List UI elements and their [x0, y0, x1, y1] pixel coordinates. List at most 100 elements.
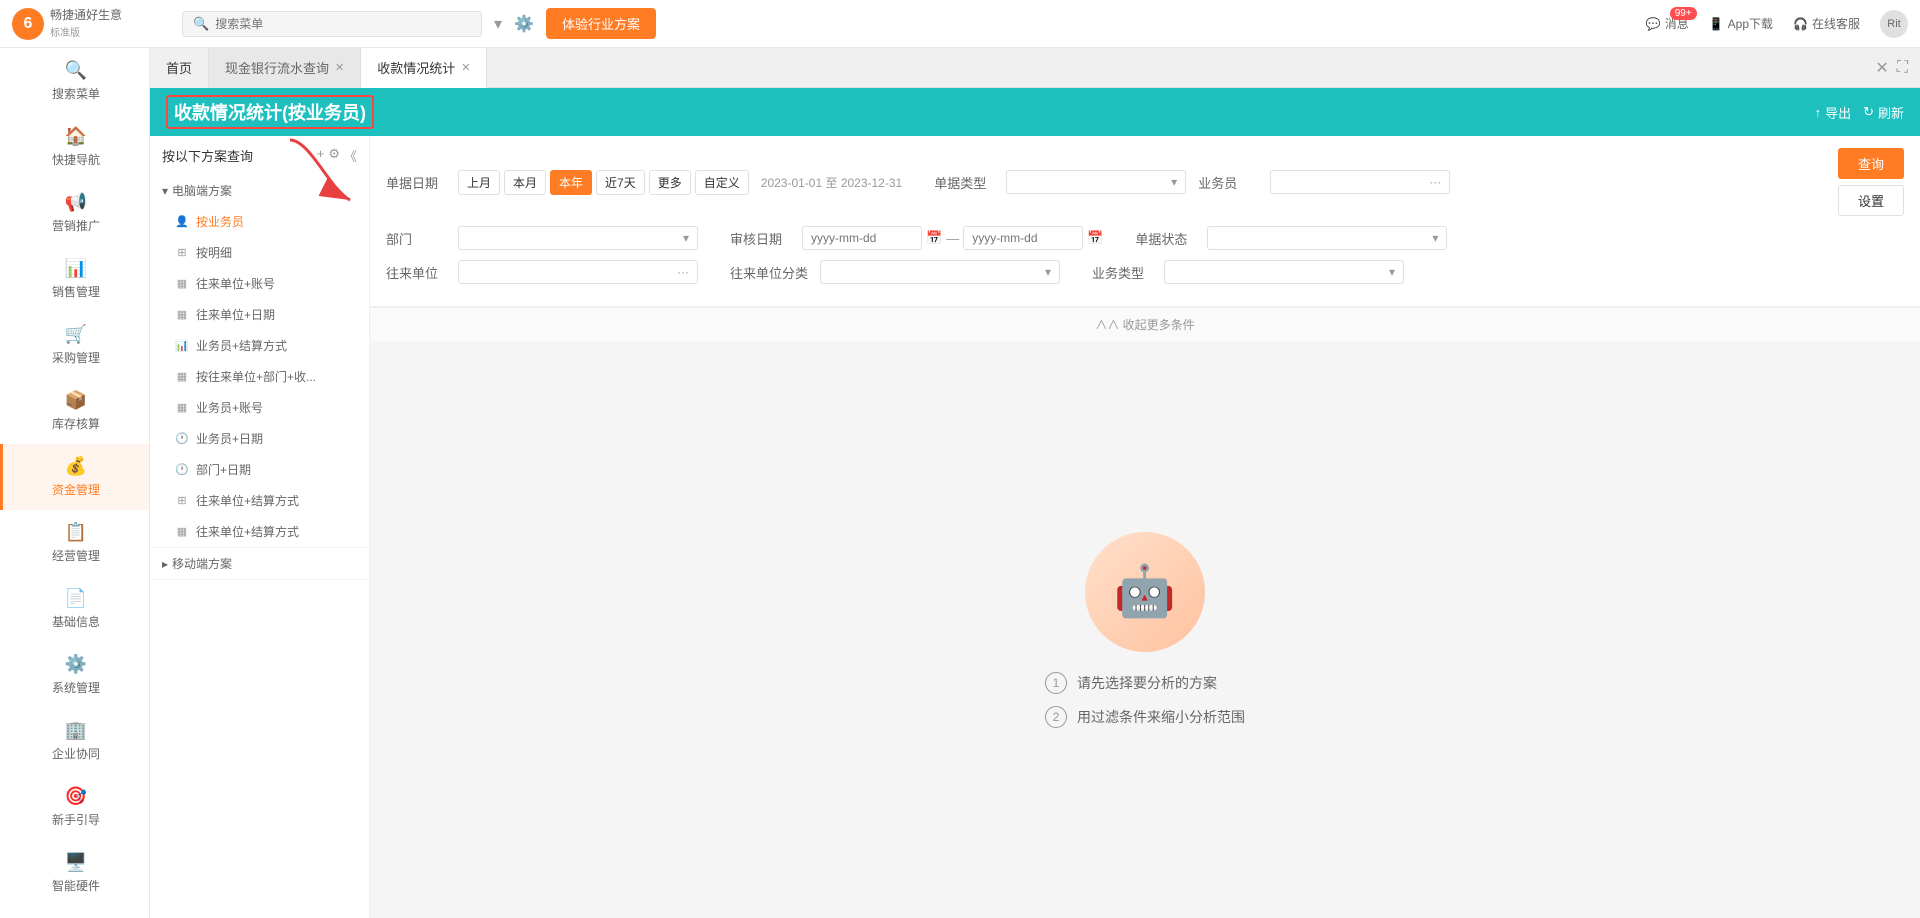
date-btn-more[interactable]: 更多: [649, 170, 691, 195]
plan-item-partner-account[interactable]: ▦ 往来单位+账号: [150, 268, 369, 299]
plan-item-by-staff[interactable]: 👤 按业务员: [150, 206, 369, 237]
review-date-start[interactable]: [802, 226, 922, 250]
sidebar-item-sales[interactable]: 📊 销售管理: [0, 246, 149, 312]
partner-type-dropdown-icon: ▾: [1045, 265, 1051, 279]
collapse-panel-icon[interactable]: 《: [344, 146, 357, 165]
dept-dropdown-icon: ▾: [683, 231, 689, 245]
collapse-icon: ∧∧: [1095, 318, 1119, 332]
maximize-icon[interactable]: ⛶: [1897, 59, 1908, 77]
collapse-bar[interactable]: ∧∧ 收起更多条件: [370, 307, 1920, 341]
export-btn[interactable]: ↑ 导出: [1815, 103, 1852, 122]
plan-group-desktop-title[interactable]: ▾ 电脑端方案: [150, 175, 369, 206]
sidebar-item-search-menu[interactable]: 🔍 搜索菜单: [0, 48, 149, 114]
sidebar-item-quick-nav[interactable]: 🏠 快捷导航: [0, 114, 149, 180]
date-btn-this-month[interactable]: 本月: [504, 170, 546, 195]
basic-icon: 📄: [65, 588, 87, 609]
sidebar-item-wechat[interactable]: 💬 企业微信: [0, 906, 149, 918]
sidebar-item-marketing[interactable]: 📢 营销推广: [0, 180, 149, 246]
search-menu-icon: 🔍: [65, 60, 87, 81]
sidebar-label-hardware: 智能硬件: [52, 877, 100, 894]
sidebar-item-hardware[interactable]: 🖥️ 智能硬件: [0, 840, 149, 906]
tab-bank-flow[interactable]: 现金银行流水查询 ✕: [209, 48, 361, 88]
date-btn-custom[interactable]: 自定义: [695, 170, 749, 195]
tab-home[interactable]: 首页: [150, 48, 209, 88]
query-button[interactable]: 查询: [1838, 148, 1904, 179]
empty-state: 🤖 1 请先选择要分析的方案 2 用过滤条件来缩小分析范围: [370, 341, 1920, 918]
plan-group-mobile-title[interactable]: ▸ 移动端方案: [150, 548, 369, 579]
settings-plan-icon[interactable]: ⚙: [328, 146, 340, 165]
sidebar-item-capital[interactable]: 💰 资金管理: [0, 444, 149, 510]
plan-item-partner-date[interactable]: ▦ 往来单位+日期: [150, 299, 369, 330]
plan-item-partner-dept[interactable]: ▦ 按往来单位+部门+收...: [150, 361, 369, 392]
service-icon: 🎧: [1793, 17, 1808, 31]
filter-actions: 查询 设置: [1838, 148, 1904, 216]
partner-type-select[interactable]: ▾: [820, 260, 1060, 284]
date-range-text: 2023-01-01 至 2023-12-31: [761, 174, 902, 191]
review-date-end[interactable]: [963, 226, 1083, 250]
add-plan-icon[interactable]: +: [317, 146, 325, 165]
plan-icon-person: 👤: [174, 214, 190, 230]
sidebar-label-purchase: 采购管理: [52, 349, 100, 366]
panel-title: 按以下方案查询: [162, 146, 311, 165]
type-filter-label: 单据类型: [934, 173, 994, 192]
close-tab-icon[interactable]: ✕: [1875, 58, 1888, 78]
plan-item-partner-settle1[interactable]: ⊞ 往来单位+结算方式: [150, 485, 369, 516]
sidebar-item-guide[interactable]: 🎯 新手引导: [0, 774, 149, 840]
calendar-icon[interactable]: 📅: [926, 230, 942, 246]
sidebar-item-inventory[interactable]: 📦 库存核算: [0, 378, 149, 444]
export-label: 导出: [1825, 103, 1851, 122]
biz-type-select[interactable]: ▾: [1164, 260, 1404, 284]
partner-more-icon[interactable]: ···: [677, 265, 689, 279]
plan-item-staff-date[interactable]: 🕐 业务员+日期: [150, 423, 369, 454]
settings-icon[interactable]: ⚙️: [514, 14, 534, 34]
trial-btn[interactable]: 体验行业方案: [546, 8, 656, 39]
sidebar-item-enterprise[interactable]: 🏢 企业协同: [0, 708, 149, 774]
top-header: 6 畅捷通好生意 标准版 🔍 ▾ ⚙️ 体验行业方案 💬 消息 99+ 📱 Ap…: [0, 0, 1920, 48]
refresh-btn[interactable]: ↻ 刷新: [1863, 103, 1904, 122]
dept-filter-select[interactable]: ▾: [458, 226, 698, 250]
plan-item-staff-account[interactable]: ▦ 业务员+账号: [150, 392, 369, 423]
sidebar-item-system[interactable]: ⚙️ 系统管理: [0, 642, 149, 708]
sidebar: 🔍 搜索菜单 🏠 快捷导航 📢 营销推广 📊 销售管理 🛒 采购管理 📦 库存核…: [0, 48, 150, 918]
sidebar-label-search-menu: 搜索菜单: [52, 85, 100, 102]
main-layout: 🔍 搜索菜单 🏠 快捷导航 📢 营销推广 📊 销售管理 🛒 采购管理 📦 库存核…: [0, 48, 1920, 918]
marketing-icon: 📢: [65, 192, 87, 213]
staff-filter-select[interactable]: ···: [1270, 170, 1450, 194]
menu-search-input[interactable]: [215, 17, 471, 31]
online-service-tool[interactable]: 🎧 在线客服: [1793, 15, 1860, 32]
plan-item-dept-date[interactable]: 🕐 部门+日期: [150, 454, 369, 485]
plan-item-staff-settle[interactable]: 📊 业务员+结算方式: [150, 330, 369, 361]
plan-item-by-detail[interactable]: ⊞ 按明细: [150, 237, 369, 268]
plan-item-label: 按业务员: [196, 213, 244, 230]
plan-icon-grid2: ⊞: [174, 493, 190, 509]
guide-icon: 🎯: [65, 786, 87, 807]
sidebar-label-capital: 资金管理: [52, 481, 100, 498]
app-download-tool[interactable]: 📱 App下载: [1709, 15, 1773, 32]
tab-bank-flow-close[interactable]: ✕: [335, 61, 344, 74]
sidebar-label-system: 系统管理: [52, 679, 100, 696]
date-btn-this-year[interactable]: 本年: [550, 170, 592, 195]
dropdown-arrow-icon[interactable]: ▾: [494, 14, 502, 34]
partner-filter-input[interactable]: ···: [458, 260, 698, 284]
date-btn-last-month[interactable]: 上月: [458, 170, 500, 195]
status-filter-select[interactable]: ▾: [1207, 226, 1447, 250]
set-button[interactable]: 设置: [1838, 185, 1904, 216]
tab-receipt-stats[interactable]: 收款情况统计 ✕: [361, 48, 487, 88]
sidebar-item-operation[interactable]: 📋 经营管理: [0, 510, 149, 576]
message-tool[interactable]: 💬 消息 99+: [1646, 15, 1689, 32]
tab-receipt-stats-close[interactable]: ✕: [461, 61, 470, 74]
user-avatar[interactable]: Rit: [1880, 10, 1908, 38]
refresh-label: 刷新: [1878, 103, 1904, 122]
plan-group-mobile: ▸ 移动端方案: [150, 548, 369, 580]
sidebar-item-basic[interactable]: 📄 基础信息: [0, 576, 149, 642]
calendar-icon2[interactable]: 📅: [1087, 230, 1103, 246]
type-filter-select[interactable]: ▾: [1006, 170, 1186, 194]
sidebar-item-purchase[interactable]: 🛒 采购管理: [0, 312, 149, 378]
date-btn-7days[interactable]: 近7天: [596, 170, 645, 195]
plan-item-partner-settle2[interactable]: ▦ 往来单位+结算方式: [150, 516, 369, 547]
purchase-icon: 🛒: [65, 324, 87, 345]
plan-icon-chart: 📊: [174, 338, 190, 354]
sidebar-label-quick-nav: 快捷导航: [52, 151, 100, 168]
step-2-label: 用过滤条件来缩小分析范围: [1077, 707, 1245, 727]
menu-search-bar[interactable]: 🔍: [182, 11, 482, 37]
